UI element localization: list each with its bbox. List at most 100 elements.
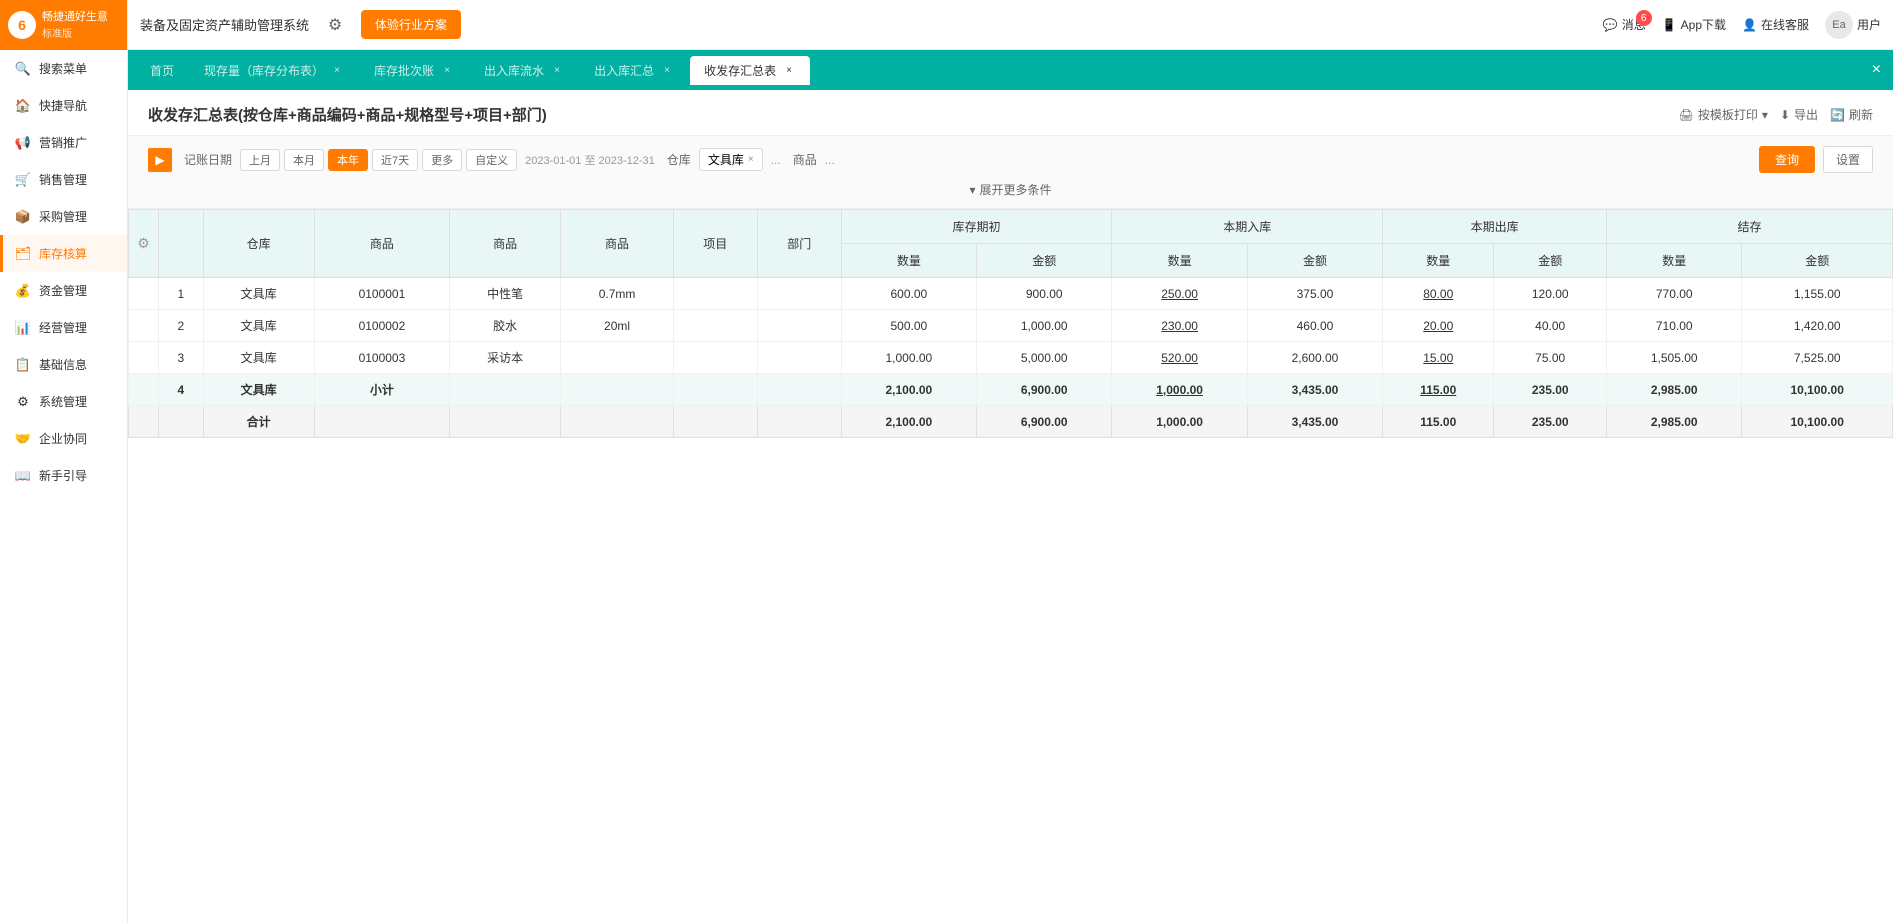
- sidebar-item-search[interactable]: 🔍 搜索菜单: [0, 50, 127, 87]
- row-in-qty[interactable]: 520.00: [1112, 342, 1247, 374]
- date-btn-this-month[interactable]: 本月: [284, 149, 324, 171]
- sidebar-item-finance[interactable]: 💰 资金管理: [0, 272, 127, 309]
- row-in-qty[interactable]: 250.00: [1112, 278, 1247, 310]
- sidebar-item-label: 基础信息: [39, 356, 87, 373]
- row-out-qty[interactable]: 80.00: [1383, 278, 1494, 310]
- tab-close-icon[interactable]: ×: [550, 63, 564, 77]
- settings-icon[interactable]: ⚙: [321, 11, 349, 39]
- date-btn-more[interactable]: 更多: [422, 149, 462, 171]
- out-qty-link[interactable]: 80.00: [1423, 287, 1453, 301]
- filter-settings-btn[interactable]: 设置: [1823, 146, 1873, 173]
- sidebar-item-label: 新手引导: [39, 467, 87, 484]
- total-start-qty: 2,100.00: [841, 406, 976, 438]
- row-warehouse: 文具库: [203, 342, 314, 374]
- tab-summary[interactable]: 出入库汇总 ×: [580, 56, 688, 85]
- in-qty-link[interactable]: 230.00: [1161, 319, 1198, 333]
- row-bal-amt: 1,155.00: [1742, 278, 1893, 310]
- query-btn[interactable]: 查询: [1759, 146, 1815, 173]
- in-qty-link[interactable]: 520.00: [1161, 351, 1198, 365]
- sidebar-item-operation[interactable]: 📊 经营管理: [0, 309, 127, 346]
- online-service-btn[interactable]: 👤 在线客服: [1742, 16, 1809, 33]
- tab-stock-dist[interactable]: 现存量（库存分布表） ×: [190, 56, 358, 85]
- chevron-down-icon: ▾: [969, 183, 975, 197]
- warehouse-more[interactable]: ...: [771, 153, 781, 167]
- row-product-spec: [561, 342, 674, 374]
- sidebar-item-basic[interactable]: 📋 基础信息: [0, 346, 127, 383]
- sidebar-item-inventory[interactable]: 🗂 库存核算: [0, 235, 127, 272]
- sidebar-item-sales[interactable]: 🛒 销售管理: [0, 161, 127, 198]
- tab-label: 库存批次账: [374, 62, 434, 79]
- total-settings: [129, 406, 159, 438]
- row-start-qty: 500.00: [841, 310, 976, 342]
- message-btn[interactable]: 💬 消息 6: [1603, 16, 1646, 33]
- subtotal-in-qty-link[interactable]: 1,000.00: [1156, 383, 1203, 397]
- filter-toggle-btn[interactable]: ▶: [148, 148, 172, 172]
- tabs-close-all-btn[interactable]: ×: [1868, 57, 1885, 83]
- row-bal-amt: 7,525.00: [1742, 342, 1893, 374]
- sidebar-item-guide[interactable]: 📖 新手引导: [0, 457, 127, 494]
- tab-stock-summary[interactable]: 收发存汇总表 ×: [690, 56, 810, 85]
- export-icon: ⬇: [1780, 108, 1790, 122]
- tab-close-icon[interactable]: ×: [782, 63, 796, 77]
- tab-close-icon[interactable]: ×: [330, 63, 344, 77]
- sidebar-item-marketing[interactable]: 📢 营销推广: [0, 124, 127, 161]
- page-title: 收发存汇总表(按仓库+商品编码+商品+规格型号+项目+部门): [148, 104, 547, 125]
- export-btn[interactable]: ⬇ 导出: [1780, 106, 1818, 123]
- sidebar-item-purchase[interactable]: 📦 采购管理: [0, 198, 127, 235]
- subtotal-empty4: [757, 374, 841, 406]
- page-content: 收发存汇总表(按仓库+商品编码+商品+规格型号+项目+部门) 🖨 按模板打印 ▾…: [128, 90, 1893, 923]
- row-num: 1: [159, 278, 204, 310]
- row-out-amt: 120.00: [1494, 278, 1607, 310]
- column-settings-icon[interactable]: ⚙: [137, 235, 150, 251]
- total-empty6: [757, 406, 841, 438]
- tab-close-icon[interactable]: ×: [440, 63, 454, 77]
- date-range: 2023-01-01 至 2023-12-31: [525, 152, 655, 168]
- tab-label: 出入库流水: [484, 62, 544, 79]
- tab-home[interactable]: 首页: [136, 56, 188, 85]
- out-qty-link[interactable]: 20.00: [1423, 319, 1453, 333]
- date-btn-7days[interactable]: 近7天: [372, 149, 418, 171]
- sidebar-item-label: 搜索菜单: [39, 60, 87, 77]
- tab-close-icon[interactable]: ×: [660, 63, 674, 77]
- sidebar-item-system[interactable]: ⚙ 系统管理: [0, 383, 127, 420]
- home-icon: 🏠: [15, 98, 31, 114]
- logo-icon: 6: [8, 11, 36, 39]
- date-btn-this-year[interactable]: 本年: [328, 149, 368, 171]
- refresh-btn[interactable]: 🔄 刷新: [1830, 106, 1873, 123]
- row-in-qty[interactable]: 230.00: [1112, 310, 1247, 342]
- row-product-spec: 0.7mm: [561, 278, 674, 310]
- subtotal-out-qty-link[interactable]: 115.00: [1420, 383, 1456, 397]
- enterprise-icon: 🤝: [15, 431, 31, 447]
- in-qty-link[interactable]: 250.00: [1161, 287, 1198, 301]
- expand-conditions-btn[interactable]: ▾ 展开更多条件: [969, 181, 1051, 198]
- date-btn-custom[interactable]: 自定义: [466, 149, 517, 171]
- row-product-code: 0100002: [314, 310, 449, 342]
- message-badge: 6: [1636, 10, 1652, 26]
- warehouse-tag-close[interactable]: ×: [748, 154, 754, 165]
- total-empty2: [314, 406, 449, 438]
- total-empty3: [450, 406, 561, 438]
- product-more[interactable]: ...: [825, 153, 835, 167]
- row-start-amt: 900.00: [977, 278, 1112, 310]
- app-download-btn[interactable]: 📱 App下载: [1662, 16, 1726, 33]
- sidebar-item-label: 企业协同: [39, 430, 87, 447]
- data-table: ⚙ 仓库 商品 商品 商品 项目 部门 库存期初 本期入库 本期出库 结存: [128, 209, 1893, 438]
- row-out-qty[interactable]: 15.00: [1383, 342, 1494, 374]
- warehouse-label: 仓库: [667, 151, 691, 168]
- print-btn[interactable]: 🖨 按模板打印 ▾: [1679, 106, 1768, 123]
- product-label: 商品: [793, 151, 817, 168]
- row-bal-qty: 770.00: [1607, 278, 1742, 310]
- sidebar-logo: 6 畅捷通好生意 标准版: [0, 0, 127, 50]
- out-qty-link[interactable]: 15.00: [1423, 351, 1453, 365]
- tab-flow[interactable]: 出入库流水 ×: [470, 56, 578, 85]
- col-header-start-qty: 数量: [841, 244, 976, 278]
- row-warehouse: 文具库: [203, 310, 314, 342]
- row-out-qty[interactable]: 20.00: [1383, 310, 1494, 342]
- sidebar-item-quick-nav[interactable]: 🏠 快捷导航: [0, 87, 127, 124]
- warehouse-tag: 文具库 ×: [699, 148, 763, 171]
- sidebar-item-enterprise[interactable]: 🤝 企业协同: [0, 420, 127, 457]
- tab-batch[interactable]: 库存批次账 ×: [360, 56, 468, 85]
- date-btn-last-month[interactable]: 上月: [240, 149, 280, 171]
- user-btn[interactable]: Ea 用户: [1825, 11, 1881, 39]
- trial-btn[interactable]: 体验行业方案: [361, 10, 461, 39]
